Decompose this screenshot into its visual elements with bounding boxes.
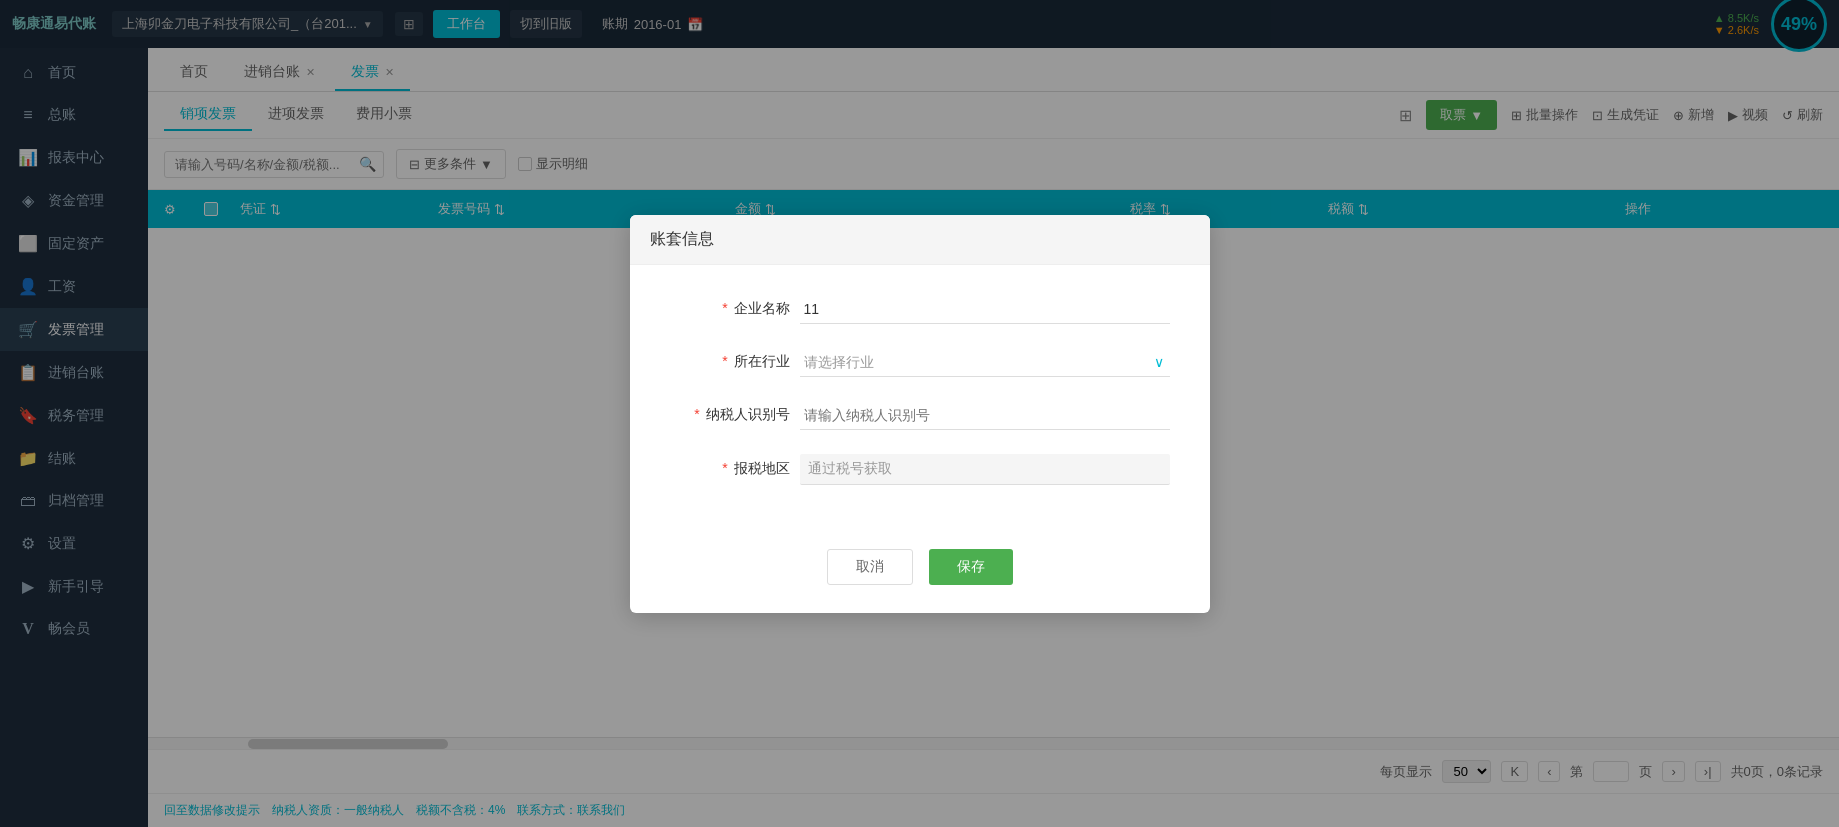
industry-select[interactable]: 请选择行业 [800, 348, 1170, 376]
required-mark-industry: * [722, 353, 727, 369]
dialog-header: 账套信息 [630, 215, 1210, 265]
form-row-tax-region: * 报税地区 通过税号获取 [670, 454, 1170, 485]
form-row-company-name: * 企业名称 [670, 295, 1170, 324]
form-label-company-name: * 企业名称 [670, 300, 800, 318]
industry-select-wrap: 请选择行业 ∨ [800, 348, 1170, 377]
form-label-industry: * 所在行业 [670, 353, 800, 371]
required-mark-tax-region: * [722, 460, 727, 476]
account-info-dialog: 账套信息 * 企业名称 * 所在行业 请选择行业 [630, 215, 1210, 613]
cancel-button[interactable]: 取消 [827, 549, 913, 585]
dialog-title: 账套信息 [650, 230, 714, 247]
tax-region-readonly: 通过税号获取 [800, 454, 1170, 485]
form-label-tax-id: * 纳税人识别号 [670, 406, 800, 424]
form-label-tax-region: * 报税地区 [670, 460, 800, 478]
form-row-tax-id: * 纳税人识别号 [670, 401, 1170, 430]
form-row-industry: * 所在行业 请选择行业 ∨ [670, 348, 1170, 377]
required-mark-tax-id: * [694, 406, 699, 422]
company-name-input[interactable] [800, 295, 1170, 324]
dialog-body: * 企业名称 * 所在行业 请选择行业 ∨ [630, 265, 1210, 539]
required-mark-company: * [722, 300, 727, 316]
tax-id-input[interactable] [800, 401, 1170, 430]
dialog-footer: 取消 保存 [630, 539, 1210, 613]
dialog-overlay: 账套信息 * 企业名称 * 所在行业 请选择行业 [0, 0, 1839, 827]
save-button[interactable]: 保存 [929, 549, 1013, 585]
